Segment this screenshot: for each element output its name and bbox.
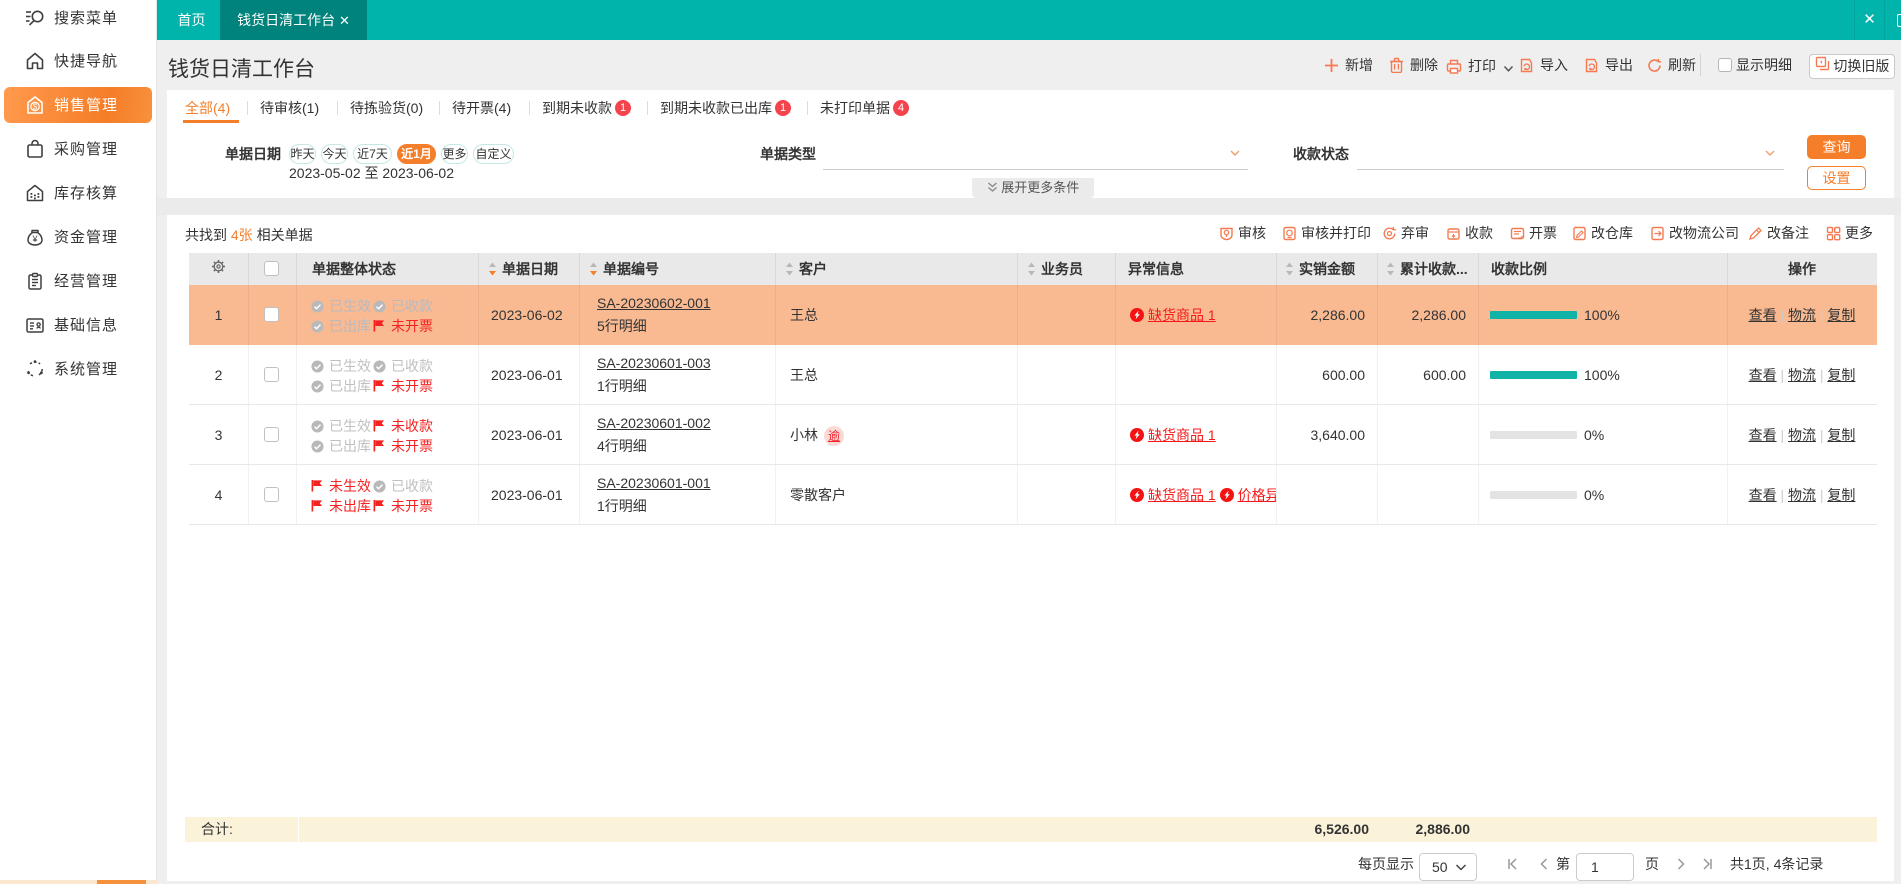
svg-text:¥: ¥ bbox=[31, 234, 38, 244]
svg-text:$: $ bbox=[33, 103, 38, 112]
